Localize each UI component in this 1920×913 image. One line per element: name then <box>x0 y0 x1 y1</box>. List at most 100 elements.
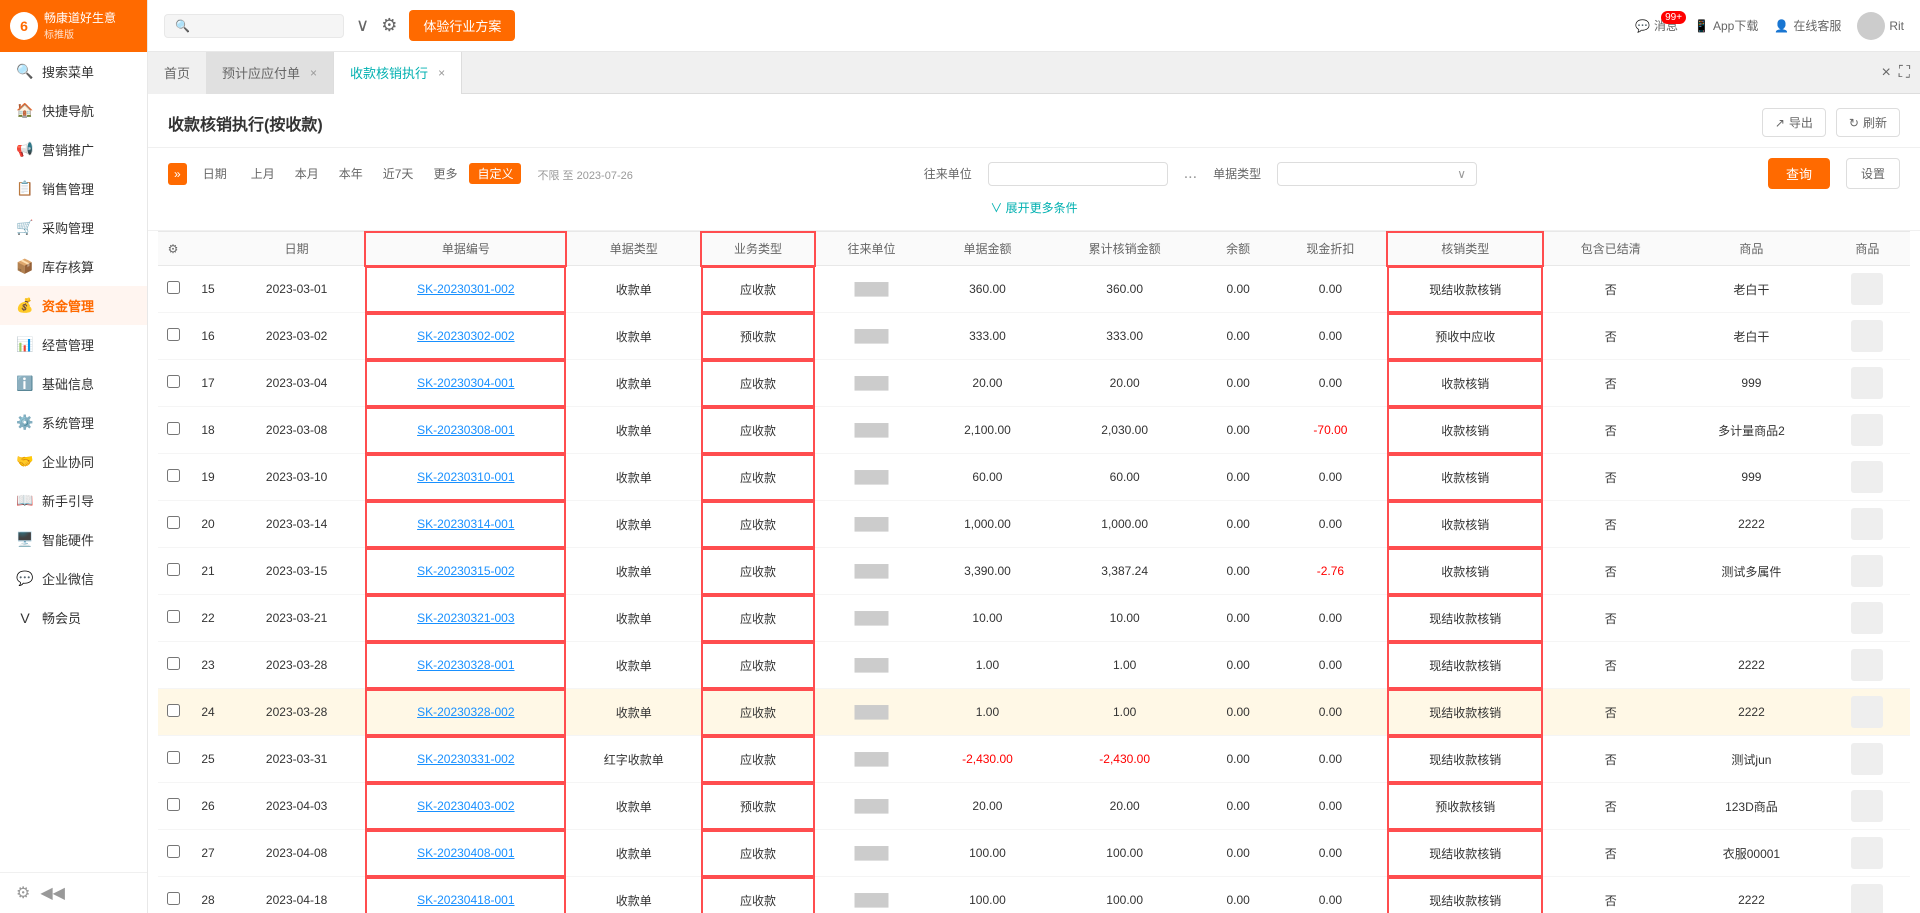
row-checkbox[interactable] <box>158 595 188 642</box>
row-checkbox[interactable] <box>158 407 188 454</box>
col-product2[interactable]: 商品 <box>1825 232 1910 266</box>
row-select-checkbox[interactable] <box>167 281 180 294</box>
date-btn-last-month[interactable]: 上月 <box>243 163 283 184</box>
row-checkbox[interactable] <box>158 689 188 736</box>
row-select-checkbox[interactable] <box>167 422 180 435</box>
message-button[interactable]: 💬 消息 99+ <box>1635 17 1678 34</box>
row-voucher-no[interactable]: SK-20230328-002 <box>365 689 566 736</box>
col-verify-type[interactable]: 核销类型 <box>1387 232 1543 266</box>
date-btn-this-year[interactable]: 本年 <box>331 163 371 184</box>
row-select-checkbox[interactable] <box>167 328 180 341</box>
topbar-chevron-icon[interactable]: ∨ <box>356 15 369 36</box>
row-voucher-no[interactable]: SK-20230301-002 <box>365 266 566 313</box>
sidebar-item-inventory[interactable]: 📦 库存核算 <box>0 247 147 286</box>
more-filters-icon[interactable]: ... <box>1184 165 1197 183</box>
voucher-no-link[interactable]: SK-20230315-002 <box>417 564 514 578</box>
row-select-checkbox[interactable] <box>167 892 180 905</box>
sidebar-item-basic[interactable]: ℹ️ 基础信息 <box>0 364 147 403</box>
voucher-no-link[interactable]: SK-20230418-001 <box>417 893 514 907</box>
voucher-no-link[interactable]: SK-20230403-002 <box>417 799 514 813</box>
refresh-button[interactable]: ↻ 刷新 <box>1836 108 1900 137</box>
date-btn-more[interactable]: 更多 <box>425 163 465 184</box>
row-voucher-no[interactable]: SK-20230314-001 <box>365 501 566 548</box>
voucher-no-link[interactable]: SK-20230308-001 <box>417 423 514 437</box>
row-checkbox[interactable] <box>158 266 188 313</box>
row-select-checkbox[interactable] <box>167 704 180 717</box>
col-voucher-type[interactable]: 单据类型 <box>566 232 701 266</box>
collapse-icon[interactable]: ◀◀ <box>40 883 65 903</box>
col-settings[interactable]: ⚙ <box>158 232 188 266</box>
col-cash-discount[interactable]: 现金折扣 <box>1274 232 1388 266</box>
tab-collection-close-icon[interactable]: × <box>438 66 445 80</box>
sidebar-item-operations[interactable]: 📊 经营管理 <box>0 325 147 364</box>
tab-home[interactable]: 首页 <box>148 52 206 94</box>
sidebar-item-member[interactable]: V 畅会员 <box>0 598 147 637</box>
query-button[interactable]: 查询 <box>1768 158 1830 189</box>
sidebar-item-search[interactable]: 🔍 搜索菜单 <box>0 52 147 91</box>
sidebar-item-purchase[interactable]: 🛒 采购管理 <box>0 208 147 247</box>
voucher-no-link[interactable]: SK-20230301-002 <box>417 282 514 296</box>
voucher-no-link[interactable]: SK-20230302-002 <box>417 329 514 343</box>
tab-close-all-icon[interactable]: × <box>1881 64 1890 82</box>
row-checkbox[interactable] <box>158 501 188 548</box>
sidebar-item-nav[interactable]: 🏠 快捷导航 <box>0 91 147 130</box>
row-voucher-no[interactable]: SK-20230308-001 <box>365 407 566 454</box>
settings-bottom-icon[interactable]: ⚙ <box>16 883 30 903</box>
filter-expand-toggle[interactable]: » <box>168 163 187 185</box>
settings-button[interactable]: 设置 <box>1846 158 1900 189</box>
sidebar-item-finance[interactable]: 💰 资金管理 <box>0 286 147 325</box>
row-select-checkbox[interactable] <box>167 610 180 623</box>
row-checkbox[interactable] <box>158 736 188 783</box>
col-voucher-no[interactable]: 单据编号 <box>365 232 566 266</box>
sidebar-item-marketing[interactable]: 📢 营销推广 <box>0 130 147 169</box>
row-voucher-no[interactable]: SK-20230315-002 <box>365 548 566 595</box>
row-checkbox[interactable] <box>158 642 188 689</box>
row-checkbox[interactable] <box>158 313 188 360</box>
row-select-checkbox[interactable] <box>167 657 180 670</box>
row-voucher-no[interactable]: SK-20230418-001 <box>365 877 566 913</box>
row-select-checkbox[interactable] <box>167 375 180 388</box>
row-voucher-no[interactable]: SK-20230331-002 <box>365 736 566 783</box>
app-download-button[interactable]: 📱 App下载 <box>1694 17 1758 34</box>
sidebar-item-guide[interactable]: 📖 新手引导 <box>0 481 147 520</box>
sidebar-item-collab[interactable]: 🤝 企业协同 <box>0 442 147 481</box>
voucher-no-link[interactable]: SK-20230408-001 <box>417 846 514 860</box>
sidebar-item-wechat[interactable]: 💬 企业微信 <box>0 559 147 598</box>
topbar-gear-icon[interactable]: ⚙ <box>381 15 397 36</box>
user-avatar-button[interactable]: Rit <box>1857 12 1904 40</box>
voucher-no-link[interactable]: SK-20230314-001 <box>417 517 514 531</box>
counterpart-input[interactable] <box>988 162 1168 186</box>
row-select-checkbox[interactable] <box>167 469 180 482</box>
row-checkbox[interactable] <box>158 454 188 501</box>
voucher-type-select[interactable]: ∨ <box>1277 162 1477 186</box>
row-checkbox[interactable] <box>158 830 188 877</box>
row-select-checkbox[interactable] <box>167 751 180 764</box>
tab-receivable-close-icon[interactable]: × <box>310 66 317 80</box>
topbar-search[interactable]: 🔍 <box>164 14 344 38</box>
date-btn-7days[interactable]: 近7天 <box>375 163 422 184</box>
tab-receivable[interactable]: 预计应应付单 × <box>206 52 334 94</box>
sidebar-item-sales[interactable]: 📋 销售管理 <box>0 169 147 208</box>
voucher-no-link[interactable]: SK-20230328-001 <box>417 658 514 672</box>
row-checkbox[interactable] <box>158 783 188 830</box>
voucher-no-link[interactable]: SK-20230328-002 <box>417 705 514 719</box>
row-select-checkbox[interactable] <box>167 845 180 858</box>
row-voucher-no[interactable]: SK-20230310-001 <box>365 454 566 501</box>
row-voucher-no[interactable]: SK-20230403-002 <box>365 783 566 830</box>
row-checkbox[interactable] <box>158 877 188 913</box>
row-voucher-no[interactable]: SK-20230304-001 <box>365 360 566 407</box>
col-include-cleared[interactable]: 包含已结清 <box>1543 232 1678 266</box>
row-select-checkbox[interactable] <box>167 516 180 529</box>
export-button[interactable]: ↗ 导出 <box>1762 108 1826 137</box>
tab-expand-icon[interactable]: ⛶ <box>1899 64 1910 82</box>
row-checkbox[interactable] <box>158 360 188 407</box>
row-voucher-no[interactable]: SK-20230302-002 <box>365 313 566 360</box>
voucher-no-link[interactable]: SK-20230304-001 <box>417 376 514 390</box>
col-amount[interactable]: 单据金额 <box>928 232 1046 266</box>
row-voucher-no[interactable]: SK-20230321-003 <box>365 595 566 642</box>
tab-collection[interactable]: 收款核销执行 × <box>334 52 462 94</box>
col-counterpart[interactable]: 往来单位 <box>815 232 929 266</box>
date-btn-custom[interactable]: 自定义 <box>469 163 521 184</box>
expand-more-conditions[interactable]: ∨ 展开更多条件 <box>168 195 1900 220</box>
date-btn-this-month[interactable]: 本月 <box>287 163 327 184</box>
